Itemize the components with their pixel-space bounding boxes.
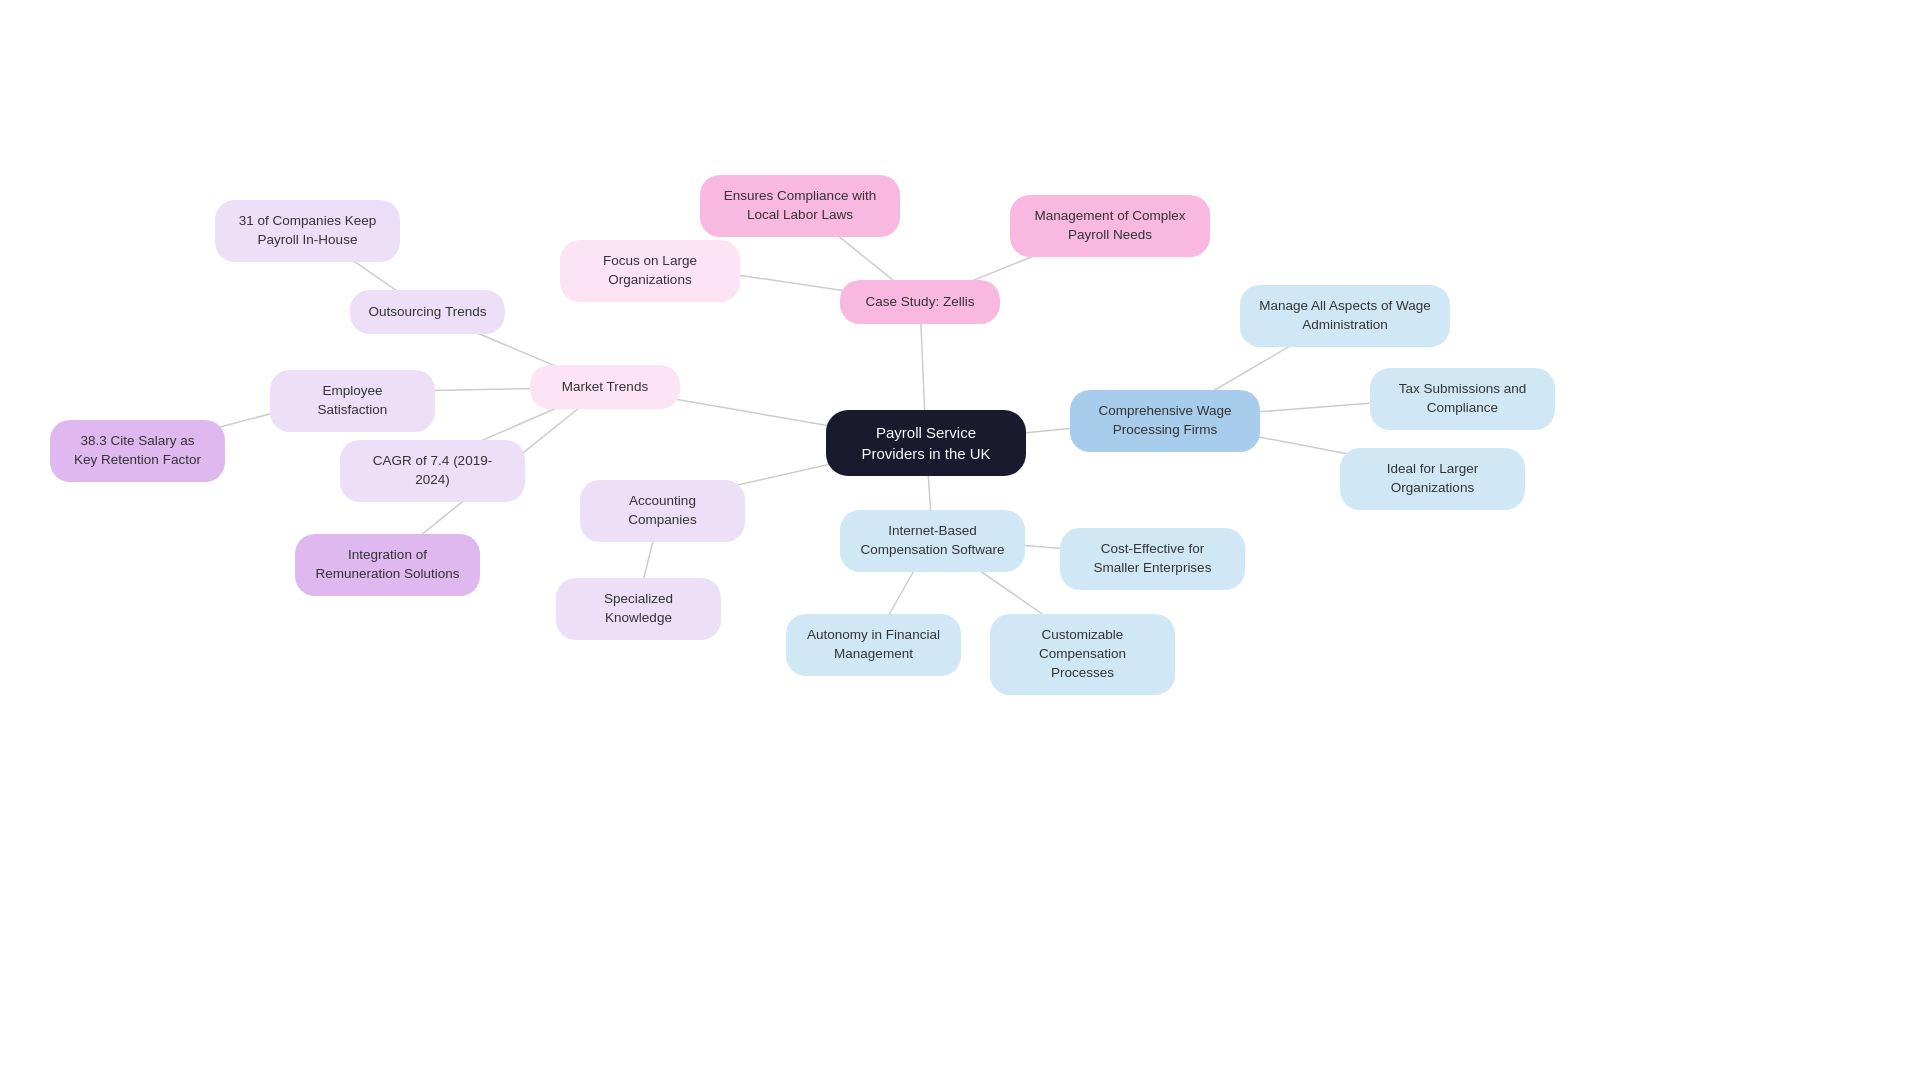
- node-comprehensive_wage: Comprehensive Wage Processing Firms: [1070, 390, 1260, 452]
- node-cite_salary: 38.3 Cite Salary as Key Retention Factor: [50, 420, 225, 482]
- node-tax_submissions: Tax Submissions and Compliance: [1370, 368, 1555, 430]
- node-internet_based: Internet-Based Compensation Software: [840, 510, 1025, 572]
- node-autonomy: Autonomy in Financial Management: [786, 614, 961, 676]
- node-accounting_companies: Accounting Companies: [580, 480, 745, 542]
- node-integration_remuneration: Integration of Remuneration Solutions: [295, 534, 480, 596]
- node-ideal_larger: Ideal for Larger Organizations: [1340, 448, 1525, 510]
- node-focus_large: Focus on Large Organizations: [560, 240, 740, 302]
- node-customizable: Customizable Compensation Processes: [990, 614, 1175, 695]
- node-case_study_zellis: Case Study: Zellis: [840, 280, 1000, 324]
- node-ensures_compliance: Ensures Compliance with Local Labor Laws: [700, 175, 900, 237]
- node-center: Payroll Service Providers in the UK: [826, 410, 1026, 476]
- node-cost_effective: Cost-Effective for Smaller Enterprises: [1060, 528, 1245, 590]
- node-keep_payroll: 31 of Companies Keep Payroll In-House: [215, 200, 400, 262]
- node-cagr: CAGR of 7.4 (2019-2024): [340, 440, 525, 502]
- node-management_complex: Management of Complex Payroll Needs: [1010, 195, 1210, 257]
- node-employee_satisfaction: Employee Satisfaction: [270, 370, 435, 432]
- mindmap-container: Payroll Service Providers in the UK Case …: [0, 0, 1920, 1083]
- node-outsourcing_trends: Outsourcing Trends: [350, 290, 505, 334]
- node-specialized_knowledge: Specialized Knowledge: [556, 578, 721, 640]
- node-manage_all_aspects: Manage All Aspects of Wage Administratio…: [1240, 285, 1450, 347]
- node-market_trends: Market Trends: [530, 365, 680, 409]
